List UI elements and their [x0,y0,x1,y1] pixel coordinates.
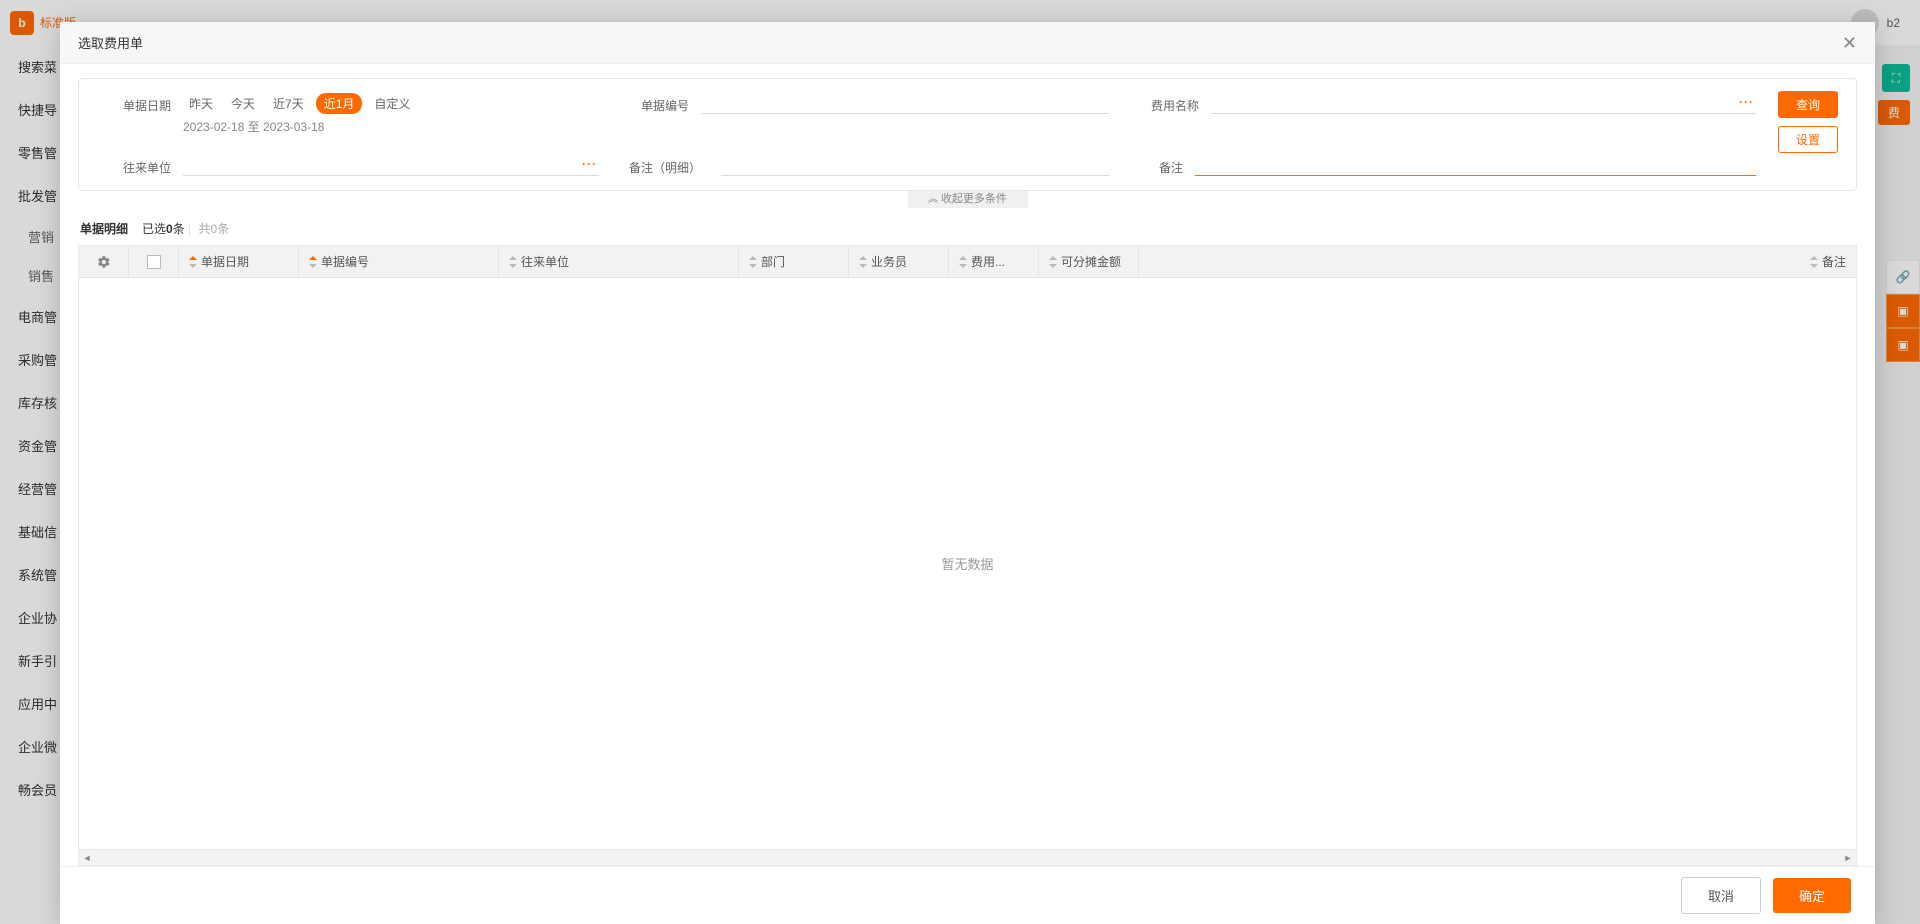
close-icon[interactable]: ✕ [1842,34,1857,52]
cancel-button[interactable]: 取消 [1681,877,1761,914]
collapse-filters-label: 收起更多条件 [941,193,1007,205]
column-header-fee[interactable]: 费用... [949,246,1039,277]
date-chip-3[interactable]: 近1月 [316,93,363,114]
column-label: 可分摊金额 [1061,253,1121,270]
more-icon[interactable]: ··· [1739,95,1754,109]
column-label: 单据日期 [201,253,249,270]
column-header-clerk[interactable]: 业务员 [849,246,949,277]
filter-date-range: 2023-02-18 至 2023-03-18 [183,118,599,135]
modal-title: 选取费用单 [78,33,143,52]
sort-icon[interactable] [509,256,517,268]
column-label: 业务员 [871,253,907,270]
filter-panel: 单据日期 昨天今天近7天近1月自定义 2023-02-18 至 2023-03-… [78,78,1857,191]
filter-feename-input[interactable] [1211,93,1756,114]
filter-remark-detail-label: 备注（明细） [629,155,709,176]
column-header-remark[interactable]: 备注 [1139,246,1856,277]
filter-remark-detail-input[interactable] [721,155,1109,176]
column-label: 备注 [1822,253,1846,270]
sort-icon[interactable] [189,256,197,268]
sort-icon[interactable] [1810,256,1818,268]
more-icon[interactable]: ··· [582,157,597,171]
column-header-date[interactable]: 单据日期 [179,246,299,277]
column-label: 费用... [971,253,1005,270]
select-all-checkbox[interactable] [147,255,161,269]
collapse-filters-button[interactable]: 收起更多条件 [908,190,1028,208]
settings-button[interactable]: 设置 [1778,126,1838,153]
filter-docno-label: 单据编号 [629,93,689,114]
date-chip-4[interactable]: 自定义 [368,93,416,114]
column-header-dept[interactable]: 部门 [739,246,849,277]
column-header-gear[interactable] [79,246,129,277]
detail-title: 单据明细 [80,220,128,237]
filter-docno-input[interactable] [701,93,1109,114]
date-chip-2[interactable]: 近7天 [267,93,310,114]
filter-date-label: 单据日期 [99,93,171,114]
select-expense-modal: 选取费用单 ✕ 单据日期 昨天今天近7天近1月自定义 2023-02-18 至 … [60,22,1875,924]
sort-icon[interactable] [749,256,757,268]
filter-partner-input[interactable] [183,155,599,176]
date-chip-0[interactable]: 昨天 [183,93,219,114]
column-label: 部门 [761,253,785,270]
detail-selected: 已选0条 共0条 [142,220,229,237]
sort-icon[interactable] [1049,256,1057,268]
filter-remark-label: 备注 [1139,155,1183,176]
filter-remark-input[interactable] [1195,155,1756,176]
gear-icon[interactable] [97,255,111,269]
column-header-amount[interactable]: 可分摊金额 [1039,246,1139,277]
sort-icon[interactable] [309,256,317,268]
sort-icon[interactable] [859,256,867,268]
filter-feename-label: 费用名称 [1139,93,1199,114]
date-chip-1[interactable]: 今天 [225,93,261,114]
column-label: 往来单位 [521,253,569,270]
filter-partner-label: 往来单位 [99,155,171,176]
column-label: 单据编号 [321,253,369,270]
column-header-no[interactable]: 单据编号 [299,246,499,277]
column-header-chk[interactable] [129,246,179,277]
horizontal-scrollbar[interactable] [79,849,1856,865]
search-button[interactable]: 查询 [1778,91,1838,118]
expense-table: 单据日期 单据编号 往来单位 部门 业务员 费用... 可分摊金额 备注 暂无数据 [78,245,1857,866]
ok-button[interactable]: 确定 [1773,878,1851,913]
sort-icon[interactable] [959,256,967,268]
column-header-partner[interactable]: 往来单位 [499,246,739,277]
empty-state: 暂无数据 [79,278,1856,849]
